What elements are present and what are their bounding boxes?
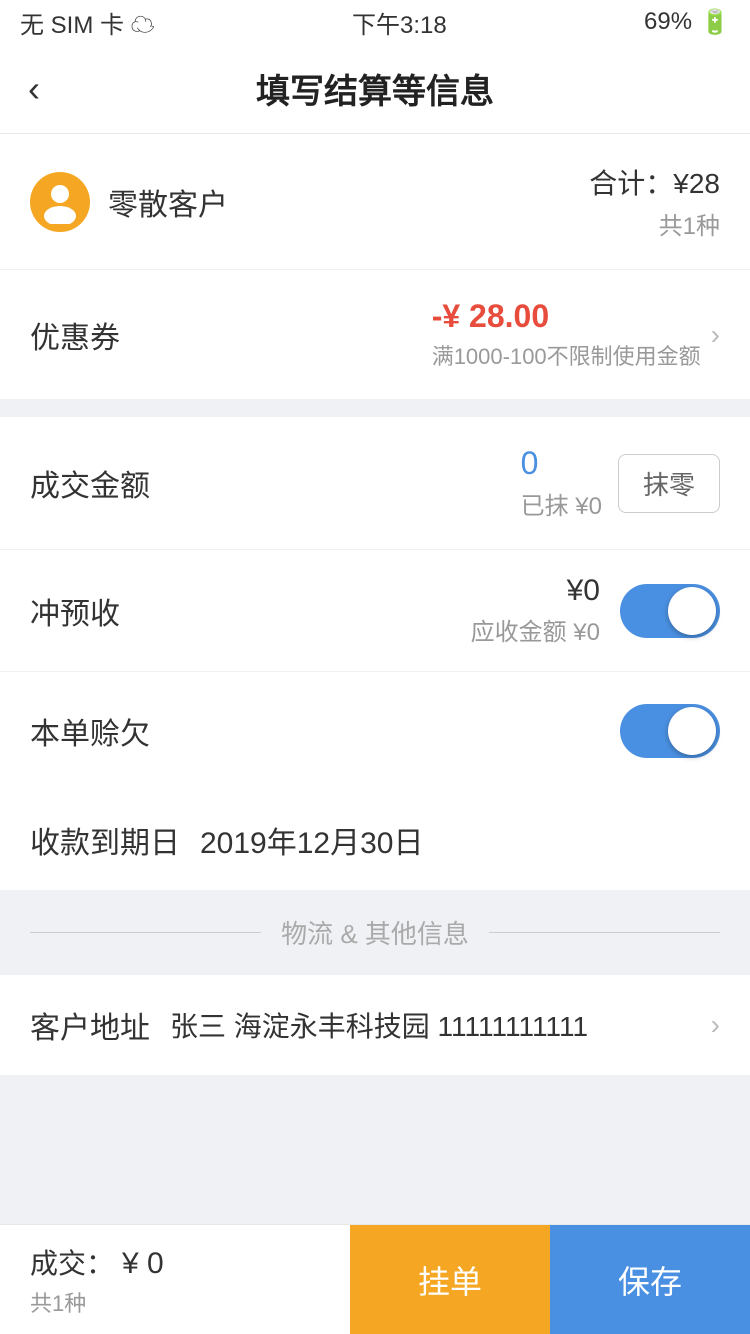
status-bar: 无 SIM 卡 ☁ 下午3:18 69% 🔋	[0, 0, 750, 44]
hang-dan-button[interactable]: 挂单	[350, 1225, 550, 1334]
battery-icon: 🔋	[700, 8, 730, 37]
customer-total-count: 共1种	[589, 206, 720, 241]
status-right: 69% 🔋	[644, 8, 730, 37]
logistics-line-right	[489, 932, 720, 933]
save-button[interactable]: 保存	[550, 1225, 750, 1334]
deal-amount-label: 成交金额	[30, 461, 150, 505]
coupon-info: -¥ 28.00 满1000-100不限制使用金额	[432, 298, 701, 371]
customer-card: 零散客户 合计：¥28 共1种 优惠券 -¥ 28.00 满1000-100不限…	[0, 134, 750, 399]
deal-amount-value-area: 0 已抹 ¥0 抹零	[521, 445, 720, 521]
logistics-label: 物流 & 其他信息	[281, 914, 469, 951]
nav-bar: ‹ 填写结算等信息	[0, 44, 750, 134]
chong-right: ¥0 应收金额 ¥0	[471, 574, 720, 647]
bottom-deal-amount: ¥ 0	[122, 1247, 164, 1281]
coupon-desc: 满1000-100不限制使用金额	[432, 339, 701, 371]
chong-main-value: ¥0	[471, 574, 600, 608]
battery-label: 69%	[644, 8, 692, 36]
logistics-line-left	[30, 932, 261, 933]
coupon-right: -¥ 28.00 满1000-100不限制使用金额 ›	[432, 298, 720, 371]
ben-dan-row: 本单赊欠	[0, 672, 750, 790]
due-date-card: 收款到期日 2019年12月30日	[0, 790, 750, 890]
bottom-deal: 成交： ¥ 0	[30, 1242, 320, 1282]
status-left: 无 SIM 卡 ☁	[20, 5, 155, 40]
user-icon	[38, 180, 82, 224]
address-chevron-icon: ›	[711, 1009, 720, 1041]
chong-sub-value: 应收金额 ¥0	[471, 612, 600, 647]
deal-amount-values: 0 已抹 ¥0	[521, 445, 602, 521]
round-zero-button[interactable]: 抹零	[618, 454, 720, 513]
bottom-info: 成交： ¥ 0 共1种	[0, 1242, 350, 1318]
customer-total: 合计：¥28 共1种	[589, 162, 720, 241]
chong-yu-shou-label: 冲预收	[30, 589, 120, 633]
coupon-discount: -¥ 28.00	[432, 298, 701, 335]
customer-row: 零散客户 合计：¥28 共1种	[0, 134, 750, 269]
due-date-label: 收款到期日	[30, 818, 180, 862]
back-button[interactable]: ‹	[28, 68, 40, 110]
chevron-right-icon: ›	[711, 319, 720, 351]
due-date-row: 收款到期日 2019年12月30日	[0, 790, 750, 890]
address-row[interactable]: 客户地址 张三 海淀永丰科技园 11111111111 ›	[0, 975, 750, 1075]
ben-dan-label: 本单赊欠	[30, 709, 150, 753]
ben-dan-toggle[interactable]	[620, 704, 720, 758]
content-area: 零散客户 合计：¥28 共1种 优惠券 -¥ 28.00 满1000-100不限…	[0, 134, 750, 1213]
page-title: 填写结算等信息	[256, 64, 494, 113]
chong-values: ¥0 应收金额 ¥0	[471, 574, 600, 647]
bottom-count: 共1种	[30, 1286, 320, 1318]
address-card: 客户地址 张三 海淀永丰科技园 11111111111 ›	[0, 975, 750, 1075]
address-label: 客户地址	[30, 1003, 150, 1047]
avatar	[30, 172, 90, 232]
customer-total-amount: 合计：¥28	[589, 162, 720, 202]
bottom-bar: 成交： ¥ 0 共1种 挂单 保存	[0, 1224, 750, 1334]
chong-toggle[interactable]	[620, 584, 720, 638]
deal-amount-card: 成交金额 0 已抹 ¥0 抹零 冲预收 ¥0 应收金额 ¥0	[0, 417, 750, 672]
chong-yu-shou-row: 冲预收 ¥0 应收金额 ¥0	[0, 550, 750, 672]
deal-amount-value: 0	[521, 445, 602, 482]
coupon-label: 优惠券	[30, 313, 120, 357]
sim-label: 无 SIM 卡 ☁	[20, 5, 155, 40]
customer-left: 零散客户	[30, 172, 228, 232]
customer-name: 零散客户	[108, 180, 228, 224]
due-date-value: 2019年12月30日	[200, 818, 423, 862]
deal-amount-sub: 已抹 ¥0	[521, 486, 602, 521]
coupon-row[interactable]: 优惠券 -¥ 28.00 满1000-100不限制使用金额 ›	[0, 269, 750, 399]
logistics-header: 物流 & 其他信息	[0, 890, 750, 975]
ben-dan-card: 本单赊欠	[0, 672, 750, 790]
bottom-deal-label: 成交：	[30, 1242, 114, 1282]
deal-amount-row: 成交金额 0 已抹 ¥0 抹零	[0, 417, 750, 550]
status-time: 下午3:18	[352, 5, 447, 40]
address-value: 张三 海淀永丰科技园 11111111111	[170, 1005, 691, 1045]
